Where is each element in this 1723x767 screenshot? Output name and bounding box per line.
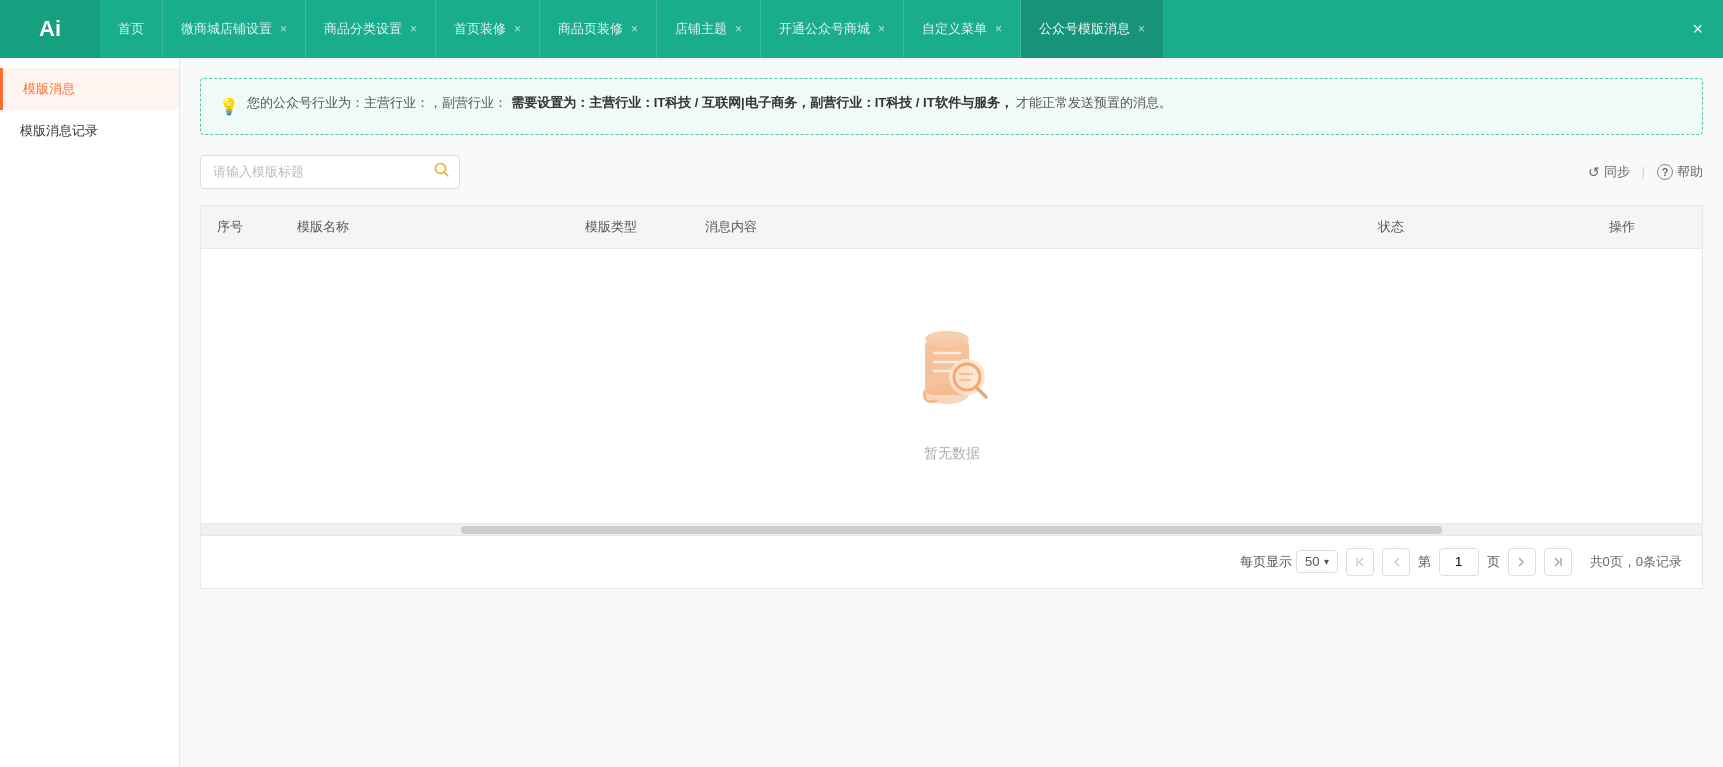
last-page-button[interactable] — [1544, 548, 1572, 576]
toolbar-right: ↺ 同步 | ? 帮助 — [1588, 163, 1703, 181]
table-container: 序号 模版名称 模版类型 消息内容 状态 操作 — [200, 205, 1703, 589]
app-logo: Ai — [0, 0, 100, 58]
pagination: 每页显示 50 ▾ 第 页 — [201, 535, 1702, 588]
close-all-button[interactable]: × — [1672, 0, 1723, 58]
prev-page-button[interactable] — [1382, 548, 1410, 576]
close-tab-store-settings[interactable]: × — [280, 22, 287, 36]
nav-tab-template-msg[interactable]: 公众号模版消息 × — [1021, 0, 1164, 58]
notice-icon: 💡 — [219, 94, 239, 120]
close-tab-template-msg[interactable]: × — [1138, 22, 1145, 36]
top-nav: Ai 首页 微商城店铺设置 × 商品分类设置 × 首页装修 × 商品页装修 × … — [0, 0, 1723, 58]
page-size-dropdown[interactable]: 50 ▾ — [1296, 550, 1337, 573]
nav-tab-home-decor[interactable]: 首页装修 × — [436, 0, 540, 58]
nav-tabs-area: 首页 微商城店铺设置 × 商品分类设置 × 首页装修 × 商品页装修 × 店铺主… — [100, 0, 1672, 58]
svg-point-4 — [925, 331, 969, 347]
empty-text: 暂无数据 — [924, 445, 980, 463]
sidebar-item-template-msg[interactable]: 模版消息 — [0, 68, 179, 110]
sidebar: 模版消息 模版消息记录 — [0, 58, 180, 767]
nav-tab-open-mall[interactable]: 开通公众号商城 × — [761, 0, 904, 58]
table-scrollbar[interactable] — [201, 523, 1702, 535]
close-tab-home-decor[interactable]: × — [514, 22, 521, 36]
col-header-status: 状态 — [1362, 206, 1542, 248]
close-tab-category[interactable]: × — [410, 22, 417, 36]
search-input[interactable] — [200, 155, 460, 189]
scrollbar-thumb[interactable] — [461, 526, 1442, 534]
col-header-type: 模版类型 — [569, 206, 689, 248]
nav-tab-product-decor[interactable]: 商品页装修 × — [540, 0, 657, 58]
page-input[interactable] — [1439, 548, 1479, 576]
chevron-down-icon: ▾ — [1324, 556, 1329, 567]
close-tab-custom-menu[interactable]: × — [995, 22, 1002, 36]
svg-line-10 — [976, 387, 986, 397]
nav-tab-store-settings[interactable]: 微商城店铺设置 × — [163, 0, 306, 58]
nav-tab-custom-menu[interactable]: 自定义菜单 × — [904, 0, 1021, 58]
sidebar-item-template-msg-records[interactable]: 模版消息记录 — [0, 110, 179, 152]
help-button[interactable]: ? 帮助 — [1657, 163, 1703, 181]
refresh-icon: ↺ — [1588, 164, 1600, 180]
close-tab-open-mall[interactable]: × — [878, 22, 885, 36]
close-tab-store-theme[interactable]: × — [735, 22, 742, 36]
empty-illustration — [892, 309, 1012, 429]
content-area: 💡 您的公众号行业为：主营行业：，副营行业： 需要设置为：主营行业：IT科技 /… — [180, 58, 1723, 767]
nav-tab-home[interactable]: 首页 — [100, 0, 163, 58]
search-bar: ↺ 同步 | ? 帮助 — [200, 155, 1703, 189]
table-header: 序号 模版名称 模版类型 消息内容 状态 操作 — [201, 206, 1702, 249]
search-icon[interactable] — [434, 162, 450, 182]
nav-tab-category[interactable]: 商品分类设置 × — [306, 0, 436, 58]
page-size-value: 50 — [1305, 554, 1319, 569]
page-size-select: 每页显示 50 ▾ — [1240, 550, 1337, 573]
toolbar-divider: | — [1642, 164, 1645, 179]
col-header-content: 消息内容 — [689, 206, 1362, 248]
total-info: 共0页，0条记录 — [1590, 553, 1682, 571]
close-tab-product-decor[interactable]: × — [631, 22, 638, 36]
main-layout: 模版消息 模版消息记录 💡 您的公众号行业为：主营行业：，副营行业： 需要设置为… — [0, 58, 1723, 767]
first-page-button[interactable] — [1346, 548, 1374, 576]
nav-tab-store-theme[interactable]: 店铺主题 × — [657, 0, 761, 58]
notice-box: 💡 您的公众号行业为：主营行业：，副营行业： 需要设置为：主营行业：IT科技 /… — [200, 78, 1703, 135]
next-page-button[interactable] — [1508, 548, 1536, 576]
col-header-seq: 序号 — [201, 206, 281, 248]
svg-line-1 — [445, 172, 449, 176]
notice-text: 您的公众号行业为：主营行业：，副营行业： 需要设置为：主营行业：IT科技 / 互… — [247, 93, 1172, 114]
help-icon: ? — [1657, 164, 1673, 180]
col-header-name: 模版名称 — [281, 206, 569, 248]
col-header-action: 操作 — [1542, 206, 1702, 248]
search-input-wrap — [200, 155, 460, 189]
sync-button[interactable]: ↺ 同步 — [1588, 163, 1630, 181]
empty-state: 暂无数据 — [201, 249, 1702, 523]
